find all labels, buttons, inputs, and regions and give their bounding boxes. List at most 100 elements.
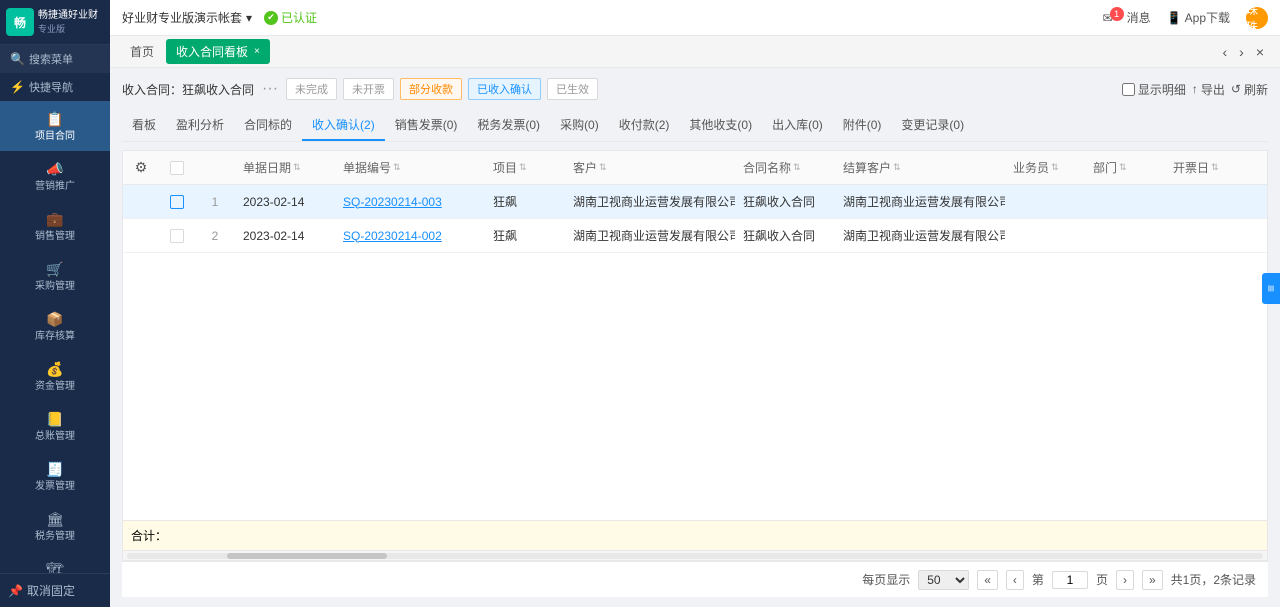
status-effective[interactable]: 已生效 — [547, 78, 598, 100]
row2-id[interactable]: SQ-20230214-002 — [335, 225, 485, 247]
tab-purchase[interactable]: 采购(0) — [550, 110, 609, 141]
app-download-action[interactable]: 📱 App下载 — [1167, 9, 1230, 26]
id-sort-icon[interactable]: ⇅ — [393, 162, 401, 173]
home-tab[interactable]: 首页 — [122, 39, 162, 64]
sidebar-item-invoice[interactable]: 🧾 发票管理 — [0, 451, 110, 501]
col-header-settings[interactable]: ⚙ — [123, 155, 159, 180]
page-input[interactable] — [1052, 571, 1088, 589]
active-tab[interactable]: 收入合同看板 × — [166, 39, 270, 64]
tab-tax-invoice[interactable]: 税务发票(0) — [467, 110, 550, 141]
tab-standards[interactable]: 合同标的 — [234, 110, 302, 141]
dept-sort-icon[interactable]: ⇅ — [1119, 162, 1127, 173]
last-page-button[interactable]: » — [1142, 570, 1163, 590]
tab-income-confirm[interactable]: 收入确认(2) — [302, 110, 385, 141]
tab-change-log[interactable]: 变更记录(0) — [891, 110, 974, 141]
invoice-icon: 🧾 — [45, 459, 65, 479]
tab-attachment[interactable]: 附件(0) — [833, 110, 892, 141]
contract-more-button[interactable]: ··· — [262, 80, 278, 98]
table-row[interactable]: 1 2023-02-14 SQ-20230214-003 狂飙 湖南卫视商业运营… — [123, 185, 1267, 219]
status-partial[interactable]: 部分收款 — [400, 78, 462, 100]
sidebar-item-project-contract[interactable]: 📋 项目合同 — [0, 101, 110, 151]
per-page-select[interactable]: 50 20 100 — [918, 570, 969, 590]
col-header-staff[interactable]: 业务员 ⇅ — [1005, 155, 1085, 180]
project-sort-icon[interactable]: ⇅ — [519, 162, 527, 173]
sidebar-item-search[interactable]: 🔍 搜索菜单 — [0, 45, 110, 73]
row1-check[interactable] — [170, 195, 184, 209]
display-detail-toggle[interactable]: 显示明细 — [1122, 81, 1186, 98]
sidebar-item-general-ledger[interactable]: 📒 总账管理 — [0, 401, 110, 451]
refresh-button[interactable]: ↺ 刷新 — [1231, 81, 1268, 98]
tab-kanban[interactable]: 看板 — [122, 110, 166, 141]
close-tab-button[interactable]: × — [254, 46, 260, 57]
col-date-label: 单据日期 — [243, 159, 291, 176]
sidebar-item-marketing[interactable]: 📣 营销推广 — [0, 151, 110, 201]
table-row[interactable]: 2 2023-02-14 SQ-20230214-002 狂飙 湖南卫视商业运营… — [123, 219, 1267, 253]
sidebar-item-quick-nav[interactable]: ⚡ 快捷导航 — [0, 73, 110, 101]
close-all-tabs-button[interactable]: × — [1252, 42, 1268, 62]
company-selector[interactable]: 好业财专业版演示帐套 ▾ — [122, 9, 252, 26]
col-contract-label: 合同名称 — [743, 159, 791, 176]
staff-sort-icon[interactable]: ⇅ — [1051, 162, 1059, 173]
tax-label: 税务管理 — [35, 531, 75, 543]
inventory-label: 库存核算 — [35, 331, 75, 343]
select-all-checkbox[interactable] — [170, 161, 184, 175]
sidebar-item-fixed-assets[interactable]: 🏗 固定资产 — [0, 551, 110, 573]
tab-profit[interactable]: 盈利分析 — [166, 110, 234, 141]
verified-badge: ✔ 已认证 — [264, 9, 317, 26]
row2-id-link[interactable]: SQ-20230214-002 — [343, 229, 442, 243]
first-page-button[interactable]: « — [977, 570, 998, 590]
next-tab-button[interactable]: › — [1235, 42, 1248, 62]
row1-checkbox[interactable] — [159, 191, 195, 213]
customer-sort-icon[interactable]: ⇅ — [599, 162, 607, 173]
sidebar-item-finance[interactable]: 💰 资金管理 — [0, 351, 110, 401]
sidebar-item-inventory[interactable]: 📦 库存核算 — [0, 301, 110, 351]
sidebar-item-sales[interactable]: 💼 销售管理 — [0, 201, 110, 251]
row1-id-link[interactable]: SQ-20230214-003 — [343, 195, 442, 209]
horizontal-scrollbar[interactable] — [123, 550, 1267, 560]
message-action[interactable]: ✉ 1 消息 — [1103, 9, 1151, 26]
row2-check[interactable] — [170, 229, 184, 243]
sidebar-item-purchase[interactable]: 🛒 采购管理 — [0, 251, 110, 301]
scrollbar-thumb[interactable] — [227, 553, 387, 559]
prev-tab-button[interactable]: ‹ — [1218, 42, 1231, 62]
scrollbar-track[interactable] — [127, 553, 1263, 559]
col-header-contract[interactable]: 合同名称 ⇅ — [735, 155, 835, 180]
prev-page-button[interactable]: ‹ — [1006, 570, 1024, 590]
status-not-invoiced[interactable]: 未开票 — [343, 78, 394, 100]
settings-gear-icon[interactable]: ⚙ — [135, 159, 148, 176]
sidebar-bottom[interactable]: 📌 取消固定 — [0, 573, 110, 607]
status-confirmed[interactable]: 已收入确认 — [468, 78, 541, 100]
user-action[interactable]: 珠珠 — [1246, 7, 1268, 29]
contract-sort-icon[interactable]: ⇅ — [793, 162, 801, 173]
phone-icon: 📱 — [1167, 11, 1182, 25]
col-header-customer[interactable]: 客户 ⇅ — [565, 155, 735, 180]
per-page-label: 每页显示 — [862, 571, 910, 588]
status-incomplete[interactable]: 未完成 — [286, 78, 337, 100]
settle-sort-icon[interactable]: ⇅ — [893, 162, 901, 173]
app-version: 专业版 — [38, 22, 98, 35]
export-button[interactable]: ↑ 导出 — [1192, 81, 1225, 98]
subtabs: 看板 盈利分析 合同标的 收入确认(2) 销售发票(0) 税务发票(0) 采购(… — [122, 110, 1268, 142]
col-header-project[interactable]: 项目 ⇅ — [485, 155, 565, 180]
sidebar-item-tax[interactable]: 🏛 税务管理 — [0, 501, 110, 551]
row2-settle: 湖南卫视商业运营发展有限公司 — [835, 223, 1005, 248]
col-header-date[interactable]: 单据日期 ⇅ — [235, 155, 335, 180]
date-sort-icon[interactable]: ⇅ — [293, 162, 301, 173]
right-float-button[interactable]: ≡ — [1262, 273, 1280, 304]
tab-payment[interactable]: 收付款(2) — [609, 110, 680, 141]
col-header-dept[interactable]: 部门 ⇅ — [1085, 155, 1165, 180]
display-detail-checkbox[interactable] — [1122, 83, 1135, 96]
next-page-button[interactable]: › — [1116, 570, 1134, 590]
tab-sales-invoice[interactable]: 销售发票(0) — [385, 110, 468, 141]
contract-header: 收入合同：狂飙收入合同 ··· 未完成 未开票 部分收款 已收入确认 已生效 显… — [122, 78, 1268, 100]
row1-id[interactable]: SQ-20230214-003 — [335, 191, 485, 213]
row2-checkbox[interactable] — [159, 225, 195, 247]
tab-outbound[interactable]: 出入库(0) — [762, 110, 833, 141]
col-header-check[interactable] — [159, 157, 195, 179]
col-header-settle[interactable]: 结算客户 ⇅ — [835, 155, 1005, 180]
col-header-opendate[interactable]: 开票日 ⇅ — [1165, 155, 1265, 180]
purchase-icon: 🛒 — [45, 259, 65, 279]
tab-other-income[interactable]: 其他收支(0) — [679, 110, 762, 141]
col-header-id[interactable]: 单据编号 ⇅ — [335, 155, 485, 180]
opendate-sort-icon[interactable]: ⇅ — [1211, 162, 1219, 173]
